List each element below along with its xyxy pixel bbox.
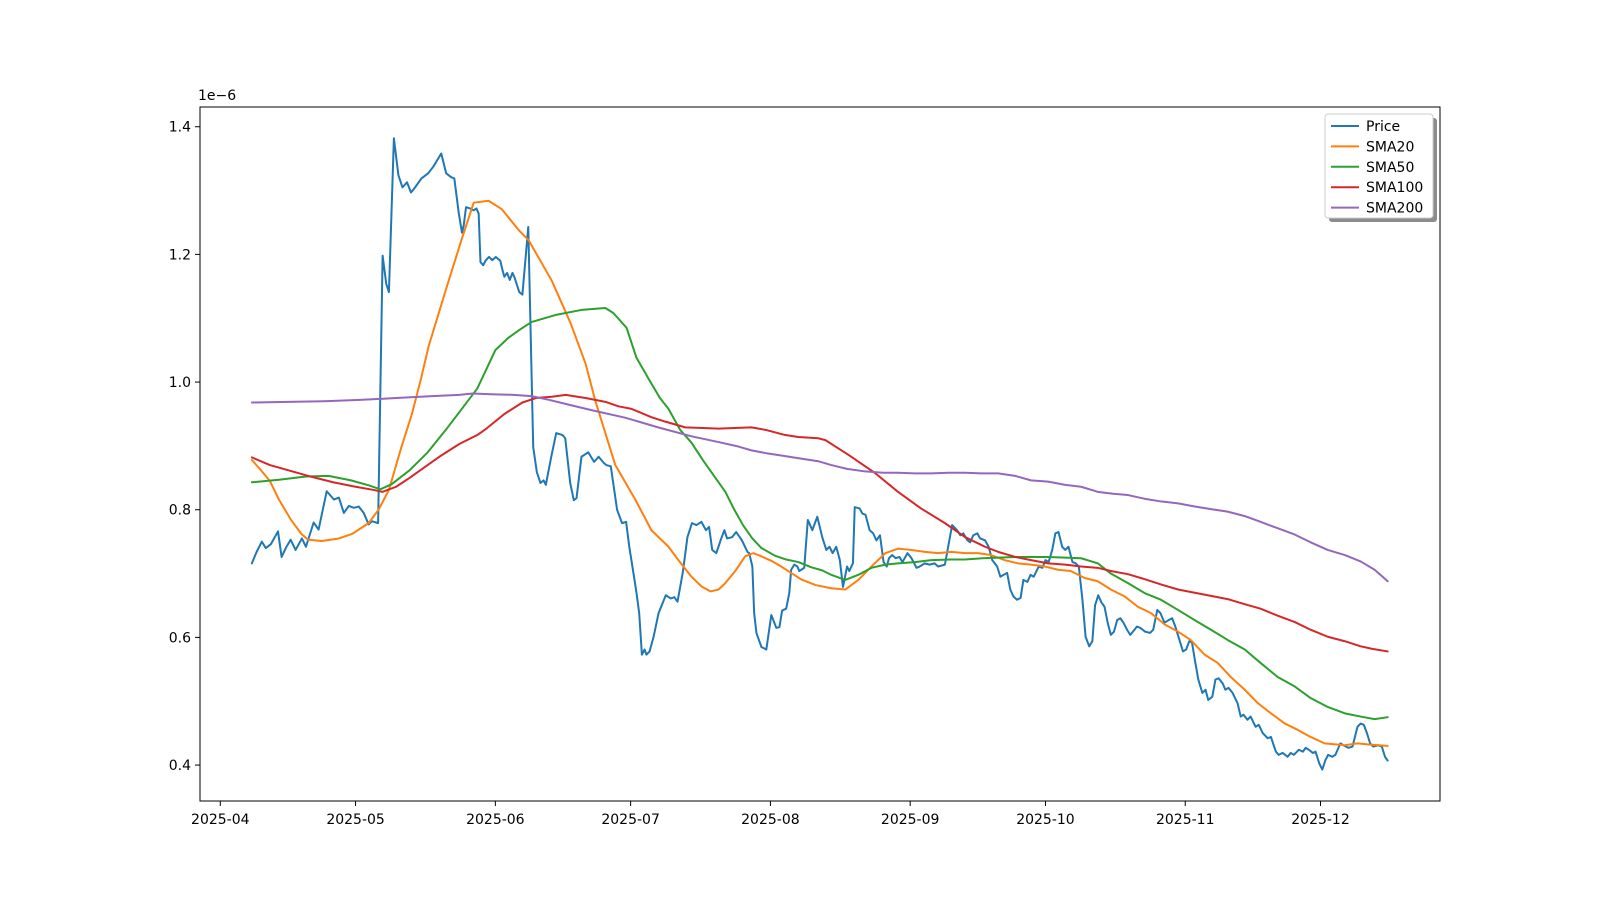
price-line (250, 137, 1389, 771)
x-tick-label: 2025-04 (191, 812, 250, 828)
legend-label: SMA20 (1366, 139, 1414, 155)
legend-label: SMA100 (1366, 180, 1423, 196)
price-sma-chart: 2025-04 2025-05 2025-06 2025-07 2025-08 2025-… (169, 88, 1441, 828)
y-tick-label: 0.6 (169, 630, 191, 646)
y-tick-label: 1.4 (169, 120, 191, 136)
x-tick-label: 2025-11 (1156, 812, 1215, 828)
x-tick-label: 2025-10 (1016, 812, 1075, 828)
y-tick-label: 0.4 (169, 758, 191, 774)
x-tick-label: 2025-06 (466, 812, 525, 828)
plot-border (199, 106, 1441, 802)
legend-label: SMA200 (1366, 201, 1423, 217)
series-lines (250, 137, 1389, 771)
legend-label: SMA50 (1366, 160, 1414, 176)
y-tick-label: 1.0 (169, 375, 191, 391)
chart-figure: 2025-04 2025-05 2025-06 2025-07 2025-08 2025-… (0, 0, 1600, 900)
x-tick-label: 2025-08 (741, 812, 800, 828)
sma200-line (250, 392, 1389, 583)
x-tick-label: 2025-09 (881, 812, 940, 828)
y-tick-label: 1.2 (169, 247, 191, 263)
legend: Price SMA20 SMA50 SMA100 SMA200 (1324, 113, 1437, 222)
y-axis-offset-label: 1e−6 (198, 88, 236, 104)
y-tick-label: 0.8 (169, 503, 191, 519)
x-tick-label: 2025-05 (326, 812, 385, 828)
x-tick-label: 2025-07 (601, 812, 660, 828)
legend-label: Price (1366, 119, 1400, 135)
x-tick-label: 2025-12 (1291, 812, 1350, 828)
sma20-line (250, 199, 1389, 747)
